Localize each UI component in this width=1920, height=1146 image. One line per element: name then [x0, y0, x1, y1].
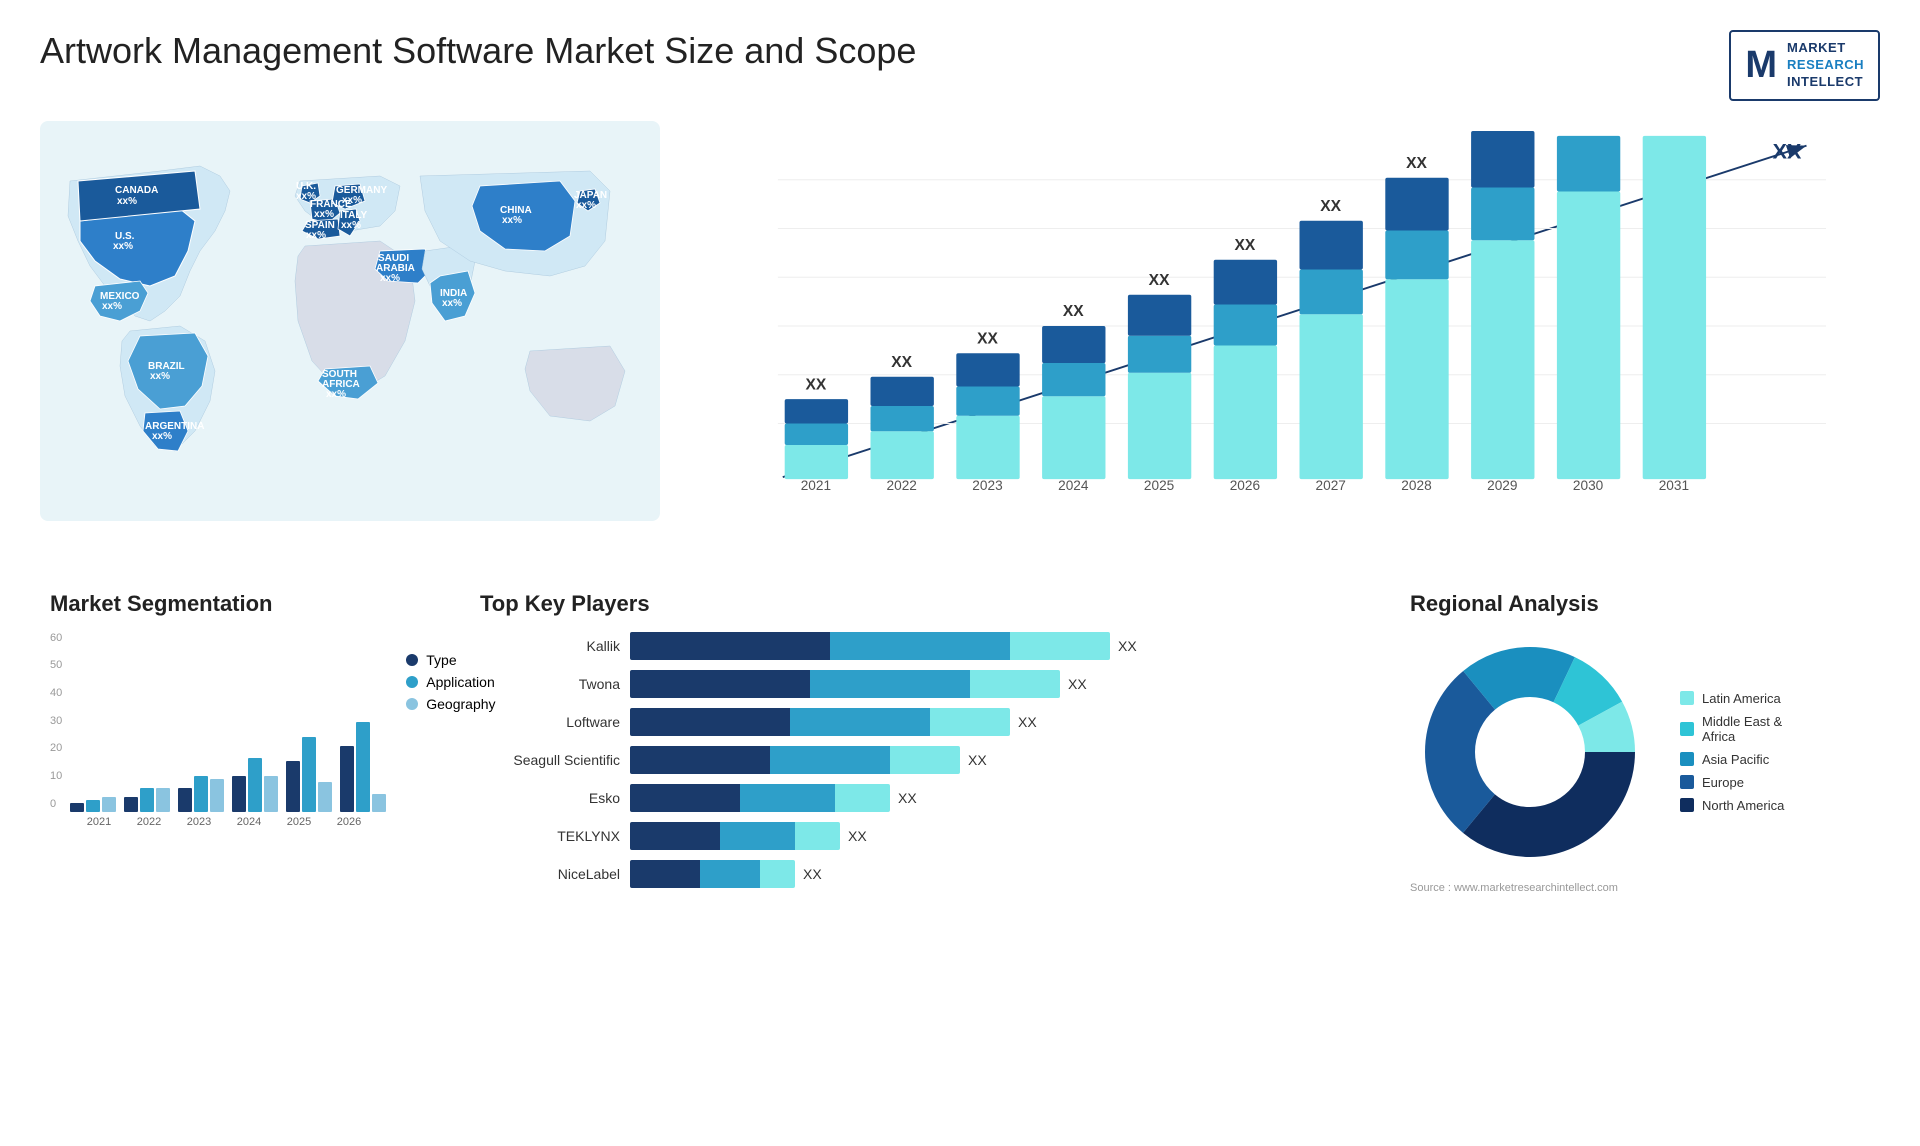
svg-text:2026: 2026: [1230, 477, 1260, 492]
world-map-svg: CANADA xx% U.S. xx% MEXICO xx% BRAZIL xx…: [40, 121, 660, 521]
legend-latin-america: Latin America: [1680, 691, 1784, 706]
bar-chart-section: XX 2021 XX 2022 XX 2023 XX 2024: [680, 121, 1880, 561]
svg-text:XX: XX: [1773, 139, 1802, 163]
brazil-value: xx%: [150, 371, 170, 382]
regional-title: Regional Analysis: [1410, 591, 1870, 617]
svg-text:XX: XX: [891, 354, 912, 371]
bar-chart: XX 2021 XX 2022 XX 2023 XX 2024: [700, 131, 1860, 551]
canada-label: CANADA: [115, 185, 158, 196]
seg-bar-2021: [70, 797, 116, 812]
legend-middle-east: Middle East &Africa: [1680, 714, 1784, 744]
italy-value: xx%: [341, 220, 361, 231]
seg-bar-2023: [178, 776, 224, 812]
source-text: Source : www.marketresearchintellect.com: [1410, 882, 1870, 894]
svg-text:2021: 2021: [801, 477, 831, 492]
players-section: Top Key Players Kallik XX: [470, 581, 1370, 904]
bottom-row: Market Segmentation 0 10 20 30 40 50 60: [40, 581, 1880, 904]
page-title: Artwork Management Software Market Size …: [40, 30, 916, 72]
players-title: Top Key Players: [480, 591, 1360, 617]
svg-text:2029: 2029: [1487, 477, 1517, 492]
svg-text:XX: XX: [1149, 272, 1170, 289]
canada-value: xx%: [117, 196, 137, 207]
seg-bar-2024: [232, 758, 278, 812]
middle-east-color: [1680, 722, 1694, 736]
donut-chart: [1410, 632, 1650, 872]
loftware-bar: [630, 708, 1010, 736]
legend-north-america: North America: [1680, 798, 1784, 813]
twona-bar: [630, 670, 1060, 698]
logo: M MARKET RESEARCH INTELLECT: [1729, 30, 1880, 101]
player-row-seagull: Seagull Scientific XX: [480, 746, 1360, 774]
donut-area: Latin America Middle East &Africa Asia P…: [1410, 632, 1870, 872]
germany-value: xx%: [342, 195, 362, 206]
svg-text:2027: 2027: [1316, 477, 1346, 492]
seg-bar-2026: [340, 722, 386, 812]
players-list: Kallik XX Twona: [480, 632, 1360, 888]
sa-value: xx%: [326, 389, 346, 400]
donut-legend: Latin America Middle East &Africa Asia P…: [1680, 691, 1784, 813]
svg-text:2028: 2028: [1401, 477, 1431, 492]
svg-text:XX: XX: [1320, 198, 1341, 215]
spain-value: xx%: [306, 230, 326, 241]
legend-type-dot: [406, 654, 418, 666]
player-row-kallik: Kallik XX: [480, 632, 1360, 660]
logo-letter: M: [1745, 44, 1777, 87]
player-row-twona: Twona XX: [480, 670, 1360, 698]
svg-text:XX: XX: [1234, 237, 1255, 254]
svg-text:XX: XX: [1406, 155, 1427, 172]
china-value: xx%: [502, 215, 522, 226]
svg-text:2031: 2031: [1659, 477, 1689, 492]
regional-section: Regional Analysis: [1400, 581, 1880, 904]
player-row-esko: Esko XX: [480, 784, 1360, 812]
saudi-value: xx%: [380, 273, 400, 284]
svg-text:XX: XX: [977, 330, 998, 347]
svg-text:2025: 2025: [1144, 477, 1175, 492]
svg-text:2024: 2024: [1058, 477, 1089, 492]
france-value: xx%: [314, 209, 334, 220]
kallik-bar: [630, 632, 1110, 660]
india-value: xx%: [442, 298, 462, 309]
segmentation-title: Market Segmentation: [50, 591, 430, 617]
legend-europe: Europe: [1680, 775, 1784, 790]
svg-text:XX: XX: [1063, 303, 1084, 320]
world-map-section: CANADA xx% U.S. xx% MEXICO xx% BRAZIL xx…: [40, 121, 660, 561]
main-content: CANADA xx% U.S. xx% MEXICO xx% BRAZIL xx…: [40, 121, 1880, 904]
bar-chart-svg: XX 2021 XX 2022 XX 2023 XX 2024: [700, 131, 1860, 521]
logo-text: MARKET RESEARCH INTELLECT: [1787, 40, 1864, 91]
svg-text:2022: 2022: [887, 477, 917, 492]
seg-bar-2025: [286, 737, 332, 812]
asia-pacific-color: [1680, 752, 1694, 766]
legend-geography-dot: [406, 698, 418, 710]
latin-america-color: [1680, 691, 1694, 705]
mexico-value: xx%: [102, 301, 122, 312]
esko-bar: [630, 784, 890, 812]
us-value: xx%: [113, 241, 133, 252]
player-row-loftware: Loftware XX: [480, 708, 1360, 736]
teklynx-bar: [630, 822, 840, 850]
japan-value: xx%: [576, 200, 596, 211]
legend-application-dot: [406, 676, 418, 688]
world-map: CANADA xx% U.S. xx% MEXICO xx% BRAZIL xx…: [40, 121, 660, 541]
svg-text:2023: 2023: [972, 477, 1002, 492]
svg-text:2030: 2030: [1573, 477, 1604, 492]
seg-bar-2022: [124, 788, 170, 812]
europe-color: [1680, 775, 1694, 789]
player-row-teklynx: TEKLYNX XX: [480, 822, 1360, 850]
svg-text:XX: XX: [805, 376, 826, 393]
player-row-nicelabel: NiceLabel XX: [480, 860, 1360, 888]
seagull-bar: [630, 746, 960, 774]
legend-asia-pacific: Asia Pacific: [1680, 752, 1784, 767]
argentina-value: xx%: [152, 431, 172, 442]
nicelabel-bar: [630, 860, 795, 888]
north-america-color: [1680, 798, 1694, 812]
header: Artwork Management Software Market Size …: [40, 30, 1880, 101]
segmentation-section: Market Segmentation 0 10 20 30 40 50 60: [40, 581, 440, 904]
